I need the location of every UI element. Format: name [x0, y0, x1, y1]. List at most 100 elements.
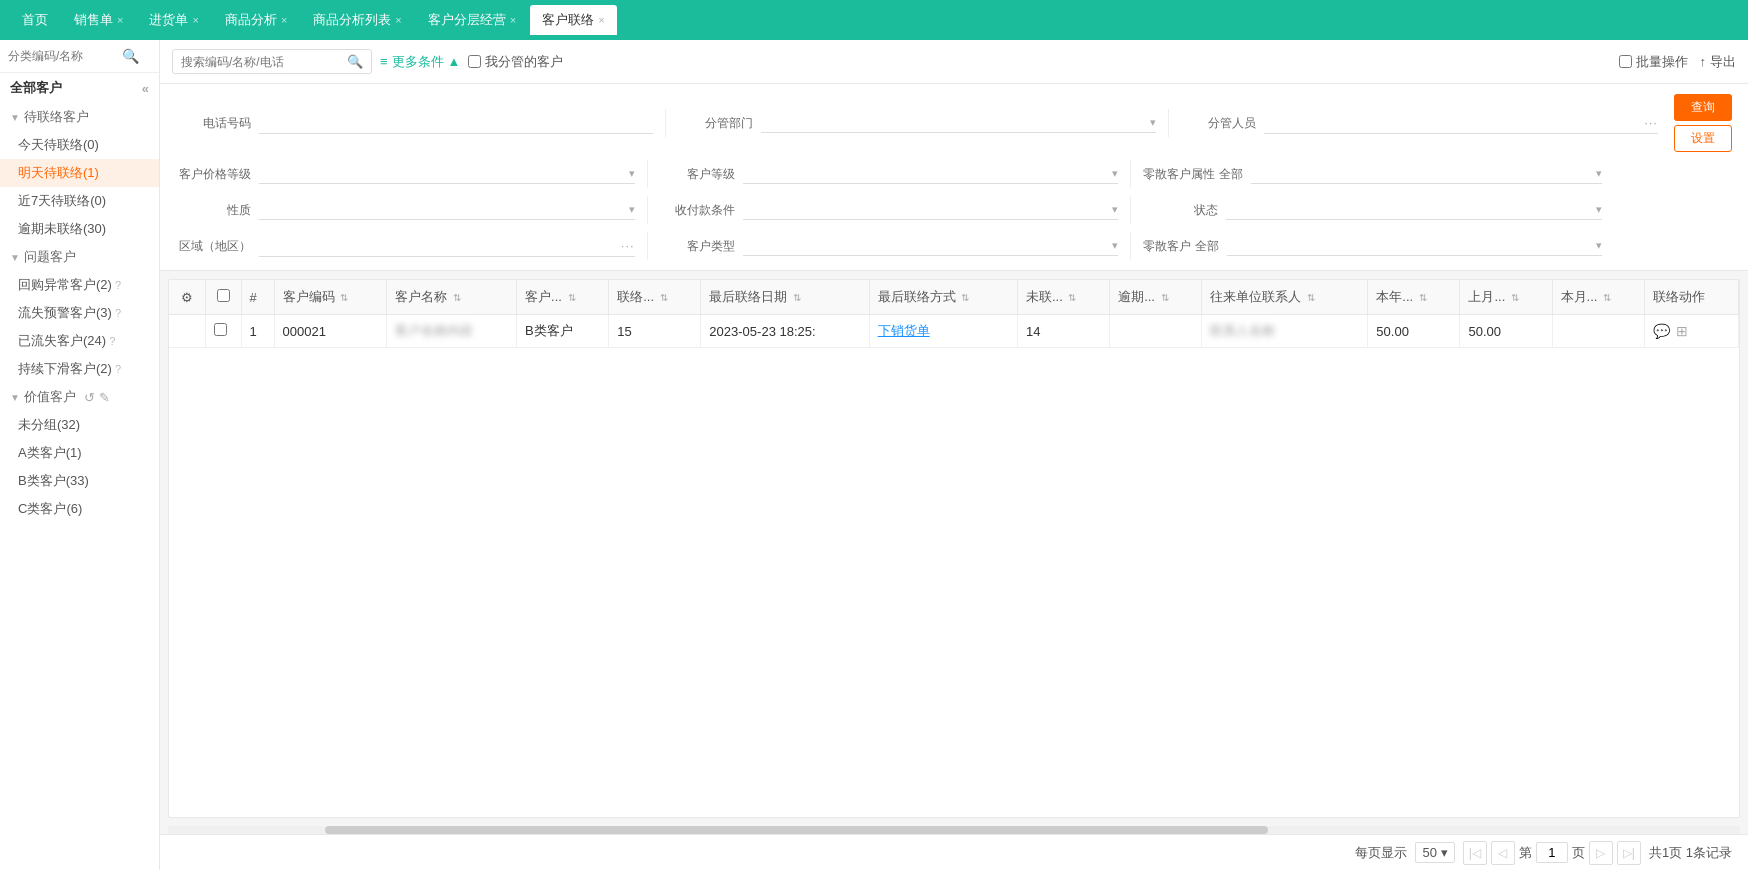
- col-this-year[interactable]: 本年... ⇅: [1368, 280, 1460, 315]
- query-button[interactable]: 查询: [1674, 94, 1732, 121]
- col-contact[interactable]: 联络... ⇅: [609, 280, 701, 315]
- nav-product-analysis-list[interactable]: 商品分析列表 ×: [301, 5, 413, 35]
- filter-customer-type-select[interactable]: ▾: [743, 236, 1119, 256]
- sidebar-group-value[interactable]: ▼ 价值客户 ↺ ✎: [0, 383, 159, 411]
- chevron-down-icon: ▾: [1441, 845, 1448, 860]
- dots-icon[interactable]: ···: [621, 238, 635, 253]
- col-last-month[interactable]: 上月... ⇅: [1460, 280, 1552, 315]
- filter-person-select[interactable]: ···: [1264, 112, 1658, 134]
- col-this-month[interactable]: 本月... ⇅: [1552, 280, 1644, 315]
- col-code[interactable]: 客户编码 ⇅: [274, 280, 387, 315]
- select-all-checkbox[interactable]: [217, 289, 230, 302]
- toolbar-search-input[interactable]: [181, 55, 341, 69]
- sidebar-item-tomorrow[interactable]: 明天待联络(1): [0, 159, 159, 187]
- page-size-select[interactable]: 50 ▾: [1415, 842, 1454, 863]
- row-last-contact-method[interactable]: 下销货单: [869, 315, 1017, 348]
- sidebar-item-abnormal-repurchase[interactable]: 回购异常客户(2) ?: [0, 271, 159, 299]
- nav-sales-order[interactable]: 销售单 ×: [62, 5, 135, 35]
- filter-status-select[interactable]: ▾: [1226, 200, 1602, 220]
- bulk-ops-check[interactable]: [1619, 55, 1632, 68]
- col-name[interactable]: 客户名称 ⇅: [387, 280, 517, 315]
- sidebar-item-7days[interactable]: 近7天待联络(0): [0, 187, 159, 215]
- horizontal-scrollbar[interactable]: [168, 826, 1740, 834]
- my-customers-checkbox[interactable]: 我分管的客户: [468, 53, 563, 71]
- nav-product-analysis[interactable]: 商品分析 ×: [213, 5, 299, 35]
- sidebar-item-declining[interactable]: 持续下滑客户(2) ?: [0, 355, 159, 383]
- filter-region-select[interactable]: ···: [259, 235, 635, 257]
- sidebar-item-churned[interactable]: 已流失客户(24) ?: [0, 327, 159, 355]
- sidebar-item-today[interactable]: 今天待联络(0): [0, 131, 159, 159]
- col-last-contact-method[interactable]: 最后联络方式 ⇅: [869, 280, 1017, 315]
- row-select-checkbox[interactable]: [214, 323, 227, 336]
- refresh-icon[interactable]: ↺: [84, 390, 95, 405]
- nav-purchase-order[interactable]: 进货单 ×: [137, 5, 210, 35]
- sidebar-group-problem[interactable]: ▼ 问题客户: [0, 243, 159, 271]
- close-icon[interactable]: ×: [117, 14, 123, 26]
- prev-page-button[interactable]: ◁: [1491, 841, 1515, 865]
- filter-dept-select[interactable]: ▾: [761, 113, 1155, 133]
- filter-price-level-select[interactable]: ▾: [259, 164, 635, 184]
- col-overdue[interactable]: 逾期... ⇅: [1110, 280, 1202, 315]
- my-customers-check[interactable]: [468, 55, 481, 68]
- sidebar-item-a-class[interactable]: A类客户(1): [0, 439, 159, 467]
- page-number-input[interactable]: [1536, 842, 1568, 863]
- sidebar-all-customers[interactable]: 全部客户 «: [0, 73, 159, 103]
- filter-nature-select[interactable]: ▾: [259, 200, 635, 220]
- filter-action-buttons: 查询 设置: [1674, 94, 1732, 152]
- filter-row-3: 性质 ▾ 收付款条件 ▾ 状态: [176, 196, 1732, 224]
- bulk-ops-button[interactable]: 批量操作: [1619, 53, 1688, 71]
- help-icon[interactable]: ?: [115, 279, 121, 291]
- comment-icon[interactable]: 💬: [1653, 323, 1670, 339]
- sidebar-search-input[interactable]: [8, 49, 118, 63]
- page-label: 第: [1519, 844, 1532, 862]
- col-unit-contact[interactable]: 往来单位联系人 ⇅: [1202, 280, 1368, 315]
- close-icon[interactable]: ×: [192, 14, 198, 26]
- sidebar-item-churn-warning[interactable]: 流失预警客户(3) ?: [0, 299, 159, 327]
- filter-payment-select[interactable]: ▾: [743, 200, 1119, 220]
- export-button[interactable]: ↑ 导出: [1700, 53, 1737, 71]
- filter-retail-customer-select[interactable]: ▾: [1227, 236, 1602, 256]
- grid-icon[interactable]: ⊞: [1676, 323, 1688, 339]
- first-page-button[interactable]: |◁: [1463, 841, 1487, 865]
- nav-home[interactable]: 首页: [10, 5, 60, 35]
- toolbar-right-actions: 批量操作 ↑ 导出: [1619, 53, 1737, 71]
- close-icon[interactable]: ×: [598, 14, 604, 26]
- help-icon[interactable]: ?: [115, 363, 121, 375]
- last-page-button[interactable]: ▷|: [1617, 841, 1641, 865]
- sort-icon: ⇅: [1511, 292, 1519, 303]
- col-settings[interactable]: ⚙: [169, 280, 205, 315]
- help-icon[interactable]: ?: [115, 307, 121, 319]
- close-icon[interactable]: ×: [281, 14, 287, 26]
- more-filter-button[interactable]: ≡ 更多条件 ▲: [380, 53, 460, 71]
- dots-icon[interactable]: ···: [1644, 115, 1658, 130]
- filter-price-level: 客户价格等级 ▾: [176, 164, 635, 184]
- col-uncontacted[interactable]: 未联... ⇅: [1018, 280, 1110, 315]
- row-checkbox[interactable]: [205, 315, 241, 348]
- col-last-contact-date[interactable]: 最后联络日期 ⇅: [701, 280, 869, 315]
- data-table-container: ⚙ # 客户编码 ⇅ 客户名称 ⇅ 客户... ⇅: [168, 279, 1740, 818]
- sidebar-item-b-class[interactable]: B类客户(33): [0, 467, 159, 495]
- sidebar-item-ungrouped[interactable]: 未分组(32): [0, 411, 159, 439]
- nav-customer-tier[interactable]: 客户分层经营 ×: [416, 5, 528, 35]
- sidebar-search-icon[interactable]: 🔍: [122, 48, 139, 64]
- sidebar-item-c-class[interactable]: C类客户(6): [0, 495, 159, 523]
- sidebar-group-pending[interactable]: ▼ 待联络客户: [0, 103, 159, 131]
- toolbar-search-icon[interactable]: 🔍: [347, 54, 363, 69]
- next-page-button[interactable]: ▷: [1589, 841, 1613, 865]
- edit-icon[interactable]: ✎: [99, 390, 110, 405]
- row-name: 客户名称内容: [387, 315, 517, 348]
- col-type[interactable]: 客户... ⇅: [517, 280, 609, 315]
- chevron-down-icon: ▾: [1596, 167, 1602, 180]
- filter-retail-attr-select[interactable]: ▾: [1251, 164, 1602, 184]
- col-checkbox[interactable]: [205, 280, 241, 315]
- sidebar-item-overdue[interactable]: 逾期未联络(30): [0, 215, 159, 243]
- set-button[interactable]: 设置: [1674, 125, 1732, 152]
- filter-phone-input[interactable]: [259, 113, 653, 134]
- sort-icon: ⇅: [1161, 292, 1169, 303]
- help-icon[interactable]: ?: [109, 335, 115, 347]
- nav-customer-contact[interactable]: 客户联络 ×: [530, 5, 616, 35]
- close-icon[interactable]: ×: [510, 14, 516, 26]
- close-icon[interactable]: ×: [395, 14, 401, 26]
- scrollbar-thumb[interactable]: [325, 826, 1268, 834]
- filter-customer-level-select[interactable]: ▾: [743, 164, 1119, 184]
